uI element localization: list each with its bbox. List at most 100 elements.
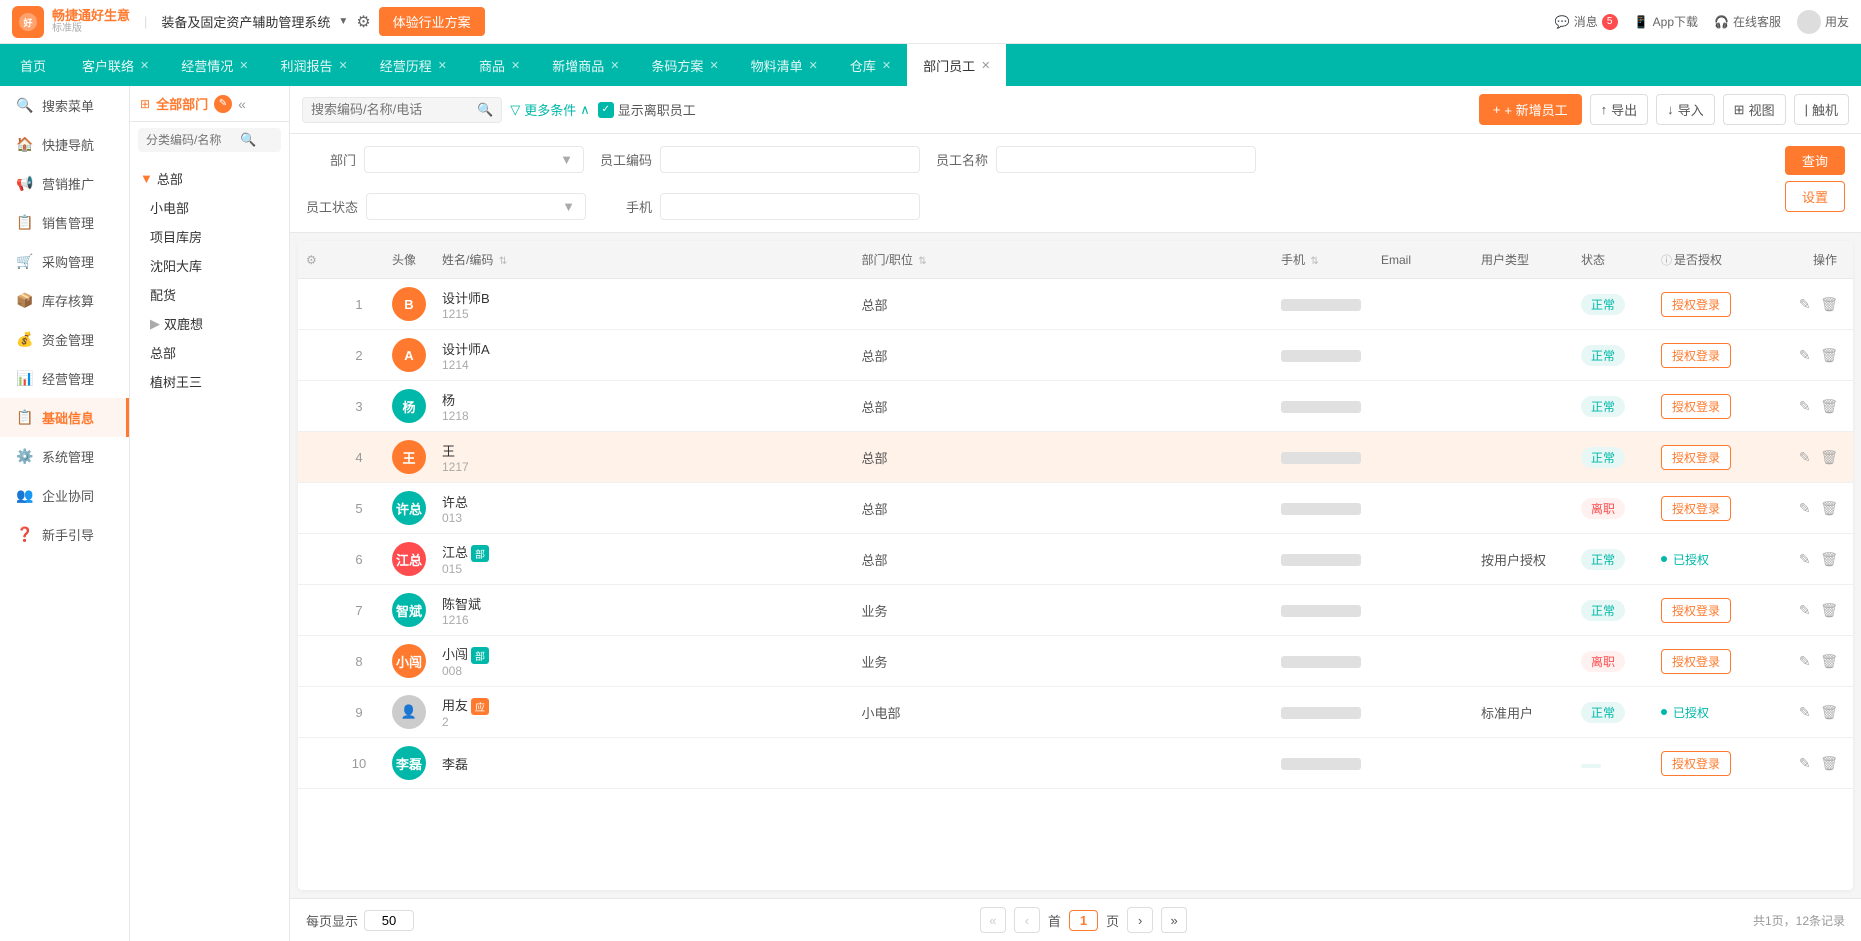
next-page-button[interactable]: › bbox=[1127, 907, 1153, 933]
dept-collapse-icon[interactable]: « bbox=[238, 96, 246, 112]
tab-barcode-close[interactable]: ✕ bbox=[709, 59, 718, 72]
per-page-input[interactable] bbox=[364, 910, 414, 931]
app-download-action[interactable]: 📱 App下载 bbox=[1634, 13, 1698, 30]
delete-button[interactable]: 🗑 bbox=[1820, 653, 1838, 669]
tab-profit[interactable]: 利润报告 ✕ bbox=[264, 44, 363, 86]
dept-node-root[interactable]: ▼ 总部 bbox=[130, 164, 289, 193]
first-page-button[interactable]: « bbox=[980, 907, 1006, 933]
auth-button[interactable]: 授权登录 bbox=[1661, 751, 1731, 776]
sidebar-item-capital[interactable]: 💰 资金管理 bbox=[0, 320, 129, 359]
delete-button[interactable]: 🗑 bbox=[1820, 551, 1838, 567]
filter-button[interactable]: ▽ 更多条件 ∧ bbox=[510, 100, 590, 119]
delete-button[interactable]: 🗑 bbox=[1820, 449, 1838, 465]
edit-button[interactable]: ✎ bbox=[1799, 653, 1811, 669]
tab-warehouse[interactable]: 仓库 ✕ bbox=[834, 44, 907, 86]
more-button[interactable]: | 触机 bbox=[1794, 94, 1849, 125]
auth-button[interactable]: 授权登录 bbox=[1661, 292, 1731, 317]
last-page-button[interactable]: » bbox=[1161, 907, 1187, 933]
tab-dept-staff[interactable]: 部门员工 ✕ bbox=[907, 44, 1006, 86]
delete-button[interactable]: 🗑 bbox=[1820, 347, 1838, 363]
chevron-down-icon[interactable]: ▼ bbox=[338, 16, 348, 27]
tab-history-close[interactable]: ✕ bbox=[438, 59, 447, 72]
tab-goods[interactable]: 商品 ✕ bbox=[463, 44, 536, 86]
sidebar-item-sales[interactable]: 📋 销售管理 bbox=[0, 203, 129, 242]
search-input[interactable] bbox=[311, 102, 471, 117]
tab-operation[interactable]: 经营情况 ✕ bbox=[165, 44, 264, 86]
filter-dept-select[interactable]: ▼ bbox=[364, 146, 584, 173]
dept-node-shenyang[interactable]: 沈阳大库 bbox=[130, 251, 289, 280]
filter-empstatus-select[interactable]: ▼ bbox=[366, 193, 586, 220]
sidebar-item-operation[interactable]: 📊 经营管理 bbox=[0, 359, 129, 398]
auth-button[interactable]: 授权登录 bbox=[1661, 343, 1731, 368]
tab-bom-close[interactable]: ✕ bbox=[809, 59, 818, 72]
edit-button[interactable]: ✎ bbox=[1799, 755, 1811, 771]
col-dept-pos[interactable]: 部门/职位 ⇅ bbox=[854, 241, 1274, 279]
tab-operation-close[interactable]: ✕ bbox=[239, 59, 248, 72]
auth-button[interactable]: 授权登录 bbox=[1661, 598, 1731, 623]
dept-node-xiangmu[interactable]: 项目库房 bbox=[130, 222, 289, 251]
edit-button[interactable]: ✎ bbox=[1799, 398, 1811, 414]
auth-info-icon[interactable]: ⓘ bbox=[1661, 255, 1672, 267]
delete-button[interactable]: 🗑 bbox=[1820, 296, 1838, 312]
online-service-action[interactable]: 🎧 在线客服 bbox=[1714, 13, 1781, 30]
trial-button[interactable]: 体验行业方案 bbox=[379, 7, 485, 36]
sidebar-item-search[interactable]: 🔍 搜索菜单 bbox=[0, 86, 129, 125]
dept-node-zongbu[interactable]: 总部 bbox=[130, 338, 289, 367]
tab-warehouse-close[interactable]: ✕ bbox=[882, 59, 891, 72]
col-phone[interactable]: 手机 ⇅ bbox=[1273, 241, 1373, 279]
auth-button[interactable]: 授权登录 bbox=[1661, 496, 1731, 521]
export-button[interactable]: ↑ 导出 bbox=[1590, 94, 1649, 125]
auth-button[interactable]: 授权登录 bbox=[1661, 445, 1731, 470]
tab-dept-staff-close[interactable]: ✕ bbox=[981, 59, 990, 72]
edit-button[interactable]: ✎ bbox=[1799, 347, 1811, 363]
sidebar-item-basic[interactable]: 📋 基础信息 bbox=[0, 398, 129, 437]
sidebar-item-collab[interactable]: 👥 企业协同 bbox=[0, 476, 129, 515]
phone-sort-arrows-icon[interactable]: ⇅ bbox=[1310, 256, 1318, 267]
sidebar-item-system[interactable]: ⚙️ 系统管理 bbox=[0, 437, 129, 476]
dept-sort-arrows-icon[interactable]: ⇅ bbox=[918, 256, 926, 267]
col-name-code[interactable]: 姓名/编码 ⇅ bbox=[434, 241, 854, 279]
delete-button[interactable]: 🗑 bbox=[1820, 704, 1838, 720]
edit-button[interactable]: ✎ bbox=[1799, 500, 1811, 516]
sidebar-item-quicknav[interactable]: 🏠 快捷导航 bbox=[0, 125, 129, 164]
msg-action[interactable]: 💬 消息 5 bbox=[1555, 13, 1618, 30]
show-resigned-toggle[interactable]: ✓ 显示离职员工 bbox=[598, 100, 696, 119]
sidebar-item-purchase[interactable]: 🛒 采购管理 bbox=[0, 242, 129, 281]
tab-profit-close[interactable]: ✕ bbox=[339, 59, 348, 72]
import-button[interactable]: ↓ 导入 bbox=[1656, 94, 1715, 125]
tab-add-goods[interactable]: 新增商品 ✕ bbox=[536, 44, 635, 86]
delete-button[interactable]: 🗑 bbox=[1820, 500, 1838, 516]
filter-phone-input[interactable] bbox=[660, 193, 920, 220]
delete-button[interactable]: 🗑 bbox=[1820, 398, 1838, 414]
filter-empname-input[interactable] bbox=[996, 146, 1256, 173]
prev-page-button[interactable]: ‹ bbox=[1014, 907, 1040, 933]
dept-node-shuanglu[interactable]: ▶ 双鹿想 bbox=[130, 309, 289, 338]
search-button[interactable]: 查询 bbox=[1785, 146, 1845, 175]
edit-button[interactable]: ✎ bbox=[1799, 602, 1811, 618]
dept-node-peihuo[interactable]: 配货 bbox=[130, 280, 289, 309]
tab-home[interactable]: 首页 bbox=[0, 44, 66, 86]
tab-goods-close[interactable]: ✕ bbox=[511, 59, 520, 72]
sort-arrows-icon[interactable]: ⇅ bbox=[499, 256, 507, 267]
edit-button[interactable]: ✎ bbox=[1799, 296, 1811, 312]
delete-button[interactable]: 🗑 bbox=[1820, 755, 1838, 771]
sidebar-item-guide[interactable]: ❓ 新手引导 bbox=[0, 515, 129, 554]
user-action[interactable]: 用友 bbox=[1797, 10, 1849, 34]
tab-barcode[interactable]: 条码方案 ✕ bbox=[635, 44, 734, 86]
add-employee-button[interactable]: + + 新增员工 bbox=[1479, 94, 1582, 125]
gear-icon[interactable]: ⚙ bbox=[356, 12, 370, 32]
sidebar-item-inventory[interactable]: 📦 库存核算 bbox=[0, 281, 129, 320]
dept-node-xiaodian[interactable]: 小电部 bbox=[130, 193, 289, 222]
auth-button[interactable]: 授权登录 bbox=[1661, 649, 1731, 674]
tab-customer-close[interactable]: ✕ bbox=[140, 59, 149, 72]
auth-button[interactable]: 授权登录 bbox=[1661, 394, 1731, 419]
tab-add-goods-close[interactable]: ✕ bbox=[610, 59, 619, 72]
tab-bom[interactable]: 物料清单 ✕ bbox=[735, 44, 834, 86]
sidebar-item-marketing[interactable]: 📢 营销推广 bbox=[0, 164, 129, 203]
filter-empcode-input[interactable] bbox=[660, 146, 920, 173]
col-settings[interactable]: ⚙ bbox=[298, 241, 334, 279]
tab-customer[interactable]: 客户联络 ✕ bbox=[66, 44, 165, 86]
tab-history[interactable]: 经营历程 ✕ bbox=[364, 44, 463, 86]
delete-button[interactable]: 🗑 bbox=[1820, 602, 1838, 618]
edit-button[interactable]: ✎ bbox=[1799, 704, 1811, 720]
